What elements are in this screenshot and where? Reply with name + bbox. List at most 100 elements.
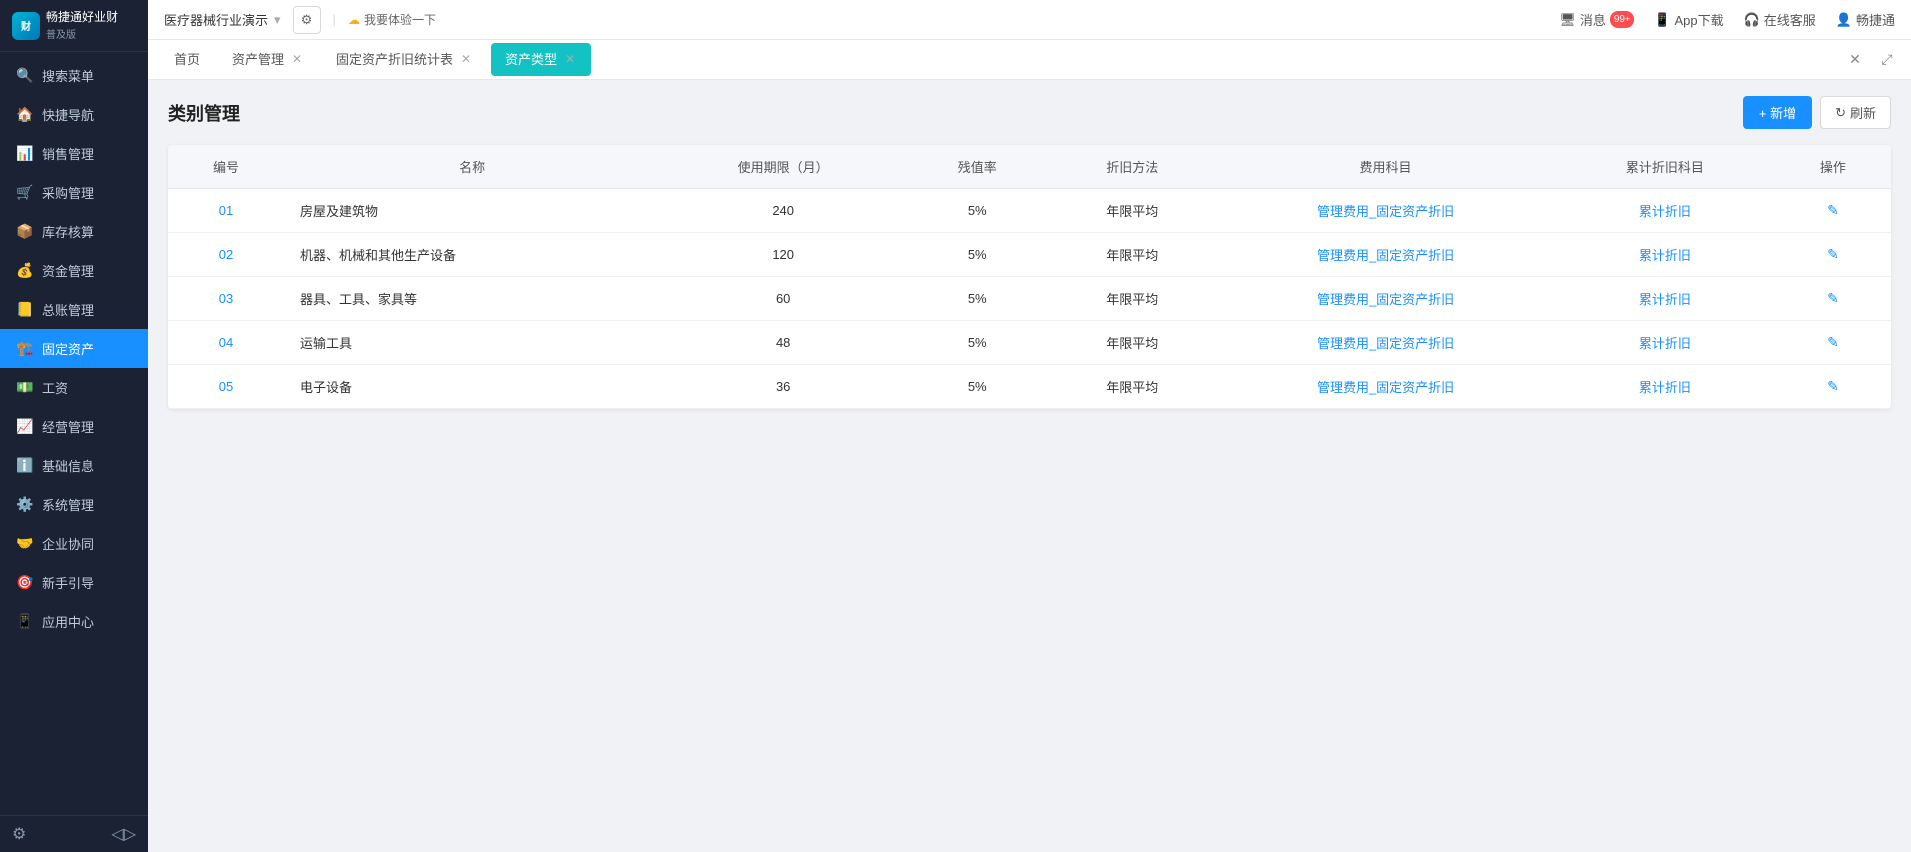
sidebar-item-finance[interactable]: 💰 资金管理 (0, 251, 148, 290)
sidebar-item-enterprise[interactable]: 🤝 企业协同 (0, 524, 148, 563)
table-row: 02机器、机械和其他生产设备1205%年限平均管理费用_固定资产折旧累计折旧✎ (168, 233, 1891, 277)
nav-label-appcenter: 应用中心 (42, 612, 94, 631)
sidebar-item-salary[interactable]: 💵 工资 (0, 368, 148, 407)
edit-button[interactable]: ✎ (1775, 365, 1891, 409)
nav-icon-search: 🔍 (16, 67, 34, 85)
tab-label-asset-management: 资产管理 (232, 49, 284, 68)
settings-button[interactable]: ⚙ (293, 6, 321, 34)
sidebar-item-basicinfo[interactable]: ℹ️ 基础信息 (0, 446, 148, 485)
sidebar-item-sales[interactable]: 📊 销售管理 (0, 134, 148, 173)
edit-button[interactable]: ✎ (1775, 189, 1891, 233)
col-残值率: 残值率 (906, 145, 1048, 189)
nav-label-enterprise: 企业协同 (42, 534, 94, 553)
collapse-icon[interactable]: ◁▷ (111, 824, 136, 844)
module-selector[interactable]: 医疗器械行业演示 ▾ (164, 10, 281, 29)
cell-name: 器具、工具、家具等 (284, 277, 660, 321)
sidebar-nav: 🔍 搜索菜单 🏠 快捷导航 📊 销售管理 🛒 采购管理 📦 库存核算 💰 资金管… (0, 52, 148, 815)
cell-method: 年限平均 (1048, 233, 1216, 277)
cell-accumulated: 累计折旧 (1555, 365, 1775, 409)
user-icon: 👤 (1836, 12, 1852, 28)
chevron-down-icon: ▾ (274, 12, 281, 28)
settings-icon[interactable]: ⚙ (12, 824, 26, 844)
nav-icon-appcenter: 📱 (16, 613, 34, 631)
nav-icon-quicknav: 🏠 (16, 106, 34, 124)
cell-accumulated: 累计折旧 (1555, 189, 1775, 233)
col-费用科目: 费用科目 (1216, 145, 1555, 189)
tab-asset-management[interactable]: 资产管理 ✕ (218, 43, 318, 76)
data-table-container: 编号名称使用期限（月）残值率折旧方法费用科目累计折旧科目操作 01房屋及建筑物2… (168, 145, 1891, 409)
nav-icon-basicinfo: ℹ️ (16, 457, 34, 475)
nav-label-system: 系统管理 (42, 495, 94, 514)
nav-label-sales: 销售管理 (42, 144, 94, 163)
app-download-action[interactable]: 📱 App下载 (1654, 10, 1723, 29)
cell-duration: 60 (660, 277, 906, 321)
message-badge: 99+ (1610, 11, 1634, 28)
table-row: 01房屋及建筑物2405%年限平均管理费用_固定资产折旧累计折旧✎ (168, 189, 1891, 233)
sidebar-item-system[interactable]: ⚙️ 系统管理 (0, 485, 148, 524)
nav-icon-inventory: 📦 (16, 223, 34, 241)
tab-label-home: 首页 (174, 49, 200, 68)
nav-label-search: 搜索菜单 (42, 66, 94, 85)
experience-label: 我要体验一下 (364, 11, 436, 28)
app-download-icon: 📱 (1654, 12, 1670, 28)
tab-asset-type[interactable]: 资产类型✕ (491, 43, 591, 76)
customer-service-action[interactable]: 🎧 在线客服 (1744, 10, 1816, 29)
cell-expense: 管理费用_固定资产折旧 (1216, 233, 1555, 277)
edit-button[interactable]: ✎ (1775, 321, 1891, 365)
logo-icon: 财 (12, 12, 40, 40)
cell-expense: 管理费用_固定资产折旧 (1216, 365, 1555, 409)
cell-duration: 120 (660, 233, 906, 277)
tab-controls: ✕ ⤢ (1843, 48, 1899, 72)
col-操作: 操作 (1775, 145, 1891, 189)
nav-label-finance: 资金管理 (42, 261, 94, 280)
maximize-icon[interactable]: ⤢ (1875, 48, 1899, 72)
cell-code: 04 (168, 321, 284, 365)
experience-button[interactable]: ☁ 我要体验一下 (348, 11, 436, 28)
message-label: 消息 (1580, 10, 1606, 29)
cell-expense: 管理费用_固定资产折旧 (1216, 189, 1555, 233)
main-content: 医疗器械行业演示 ▾ ⚙ | ☁ 我要体验一下 🖥 消息 99+ 📱 App下载… (148, 0, 1911, 852)
nav-icon-purchase: 🛒 (16, 184, 34, 202)
message-action[interactable]: 🖥 消息 99+ (1559, 10, 1634, 29)
sidebar-item-operations[interactable]: 📈 经营管理 (0, 407, 148, 446)
gear-icon: ⚙ (301, 12, 313, 28)
sidebar-item-search[interactable]: 🔍 搜索菜单 (0, 56, 148, 95)
nav-label-operations: 经营管理 (42, 417, 94, 436)
cell-accumulated: 累计折旧 (1555, 321, 1775, 365)
module-label: 医疗器械行业演示 (164, 10, 268, 29)
sidebar-item-guide[interactable]: 🎯 新手引导 (0, 563, 148, 602)
sidebar-item-appcenter[interactable]: 📱 应用中心 (0, 602, 148, 641)
nav-icon-ledger: 📒 (16, 301, 34, 319)
sidebar-item-purchase[interactable]: 🛒 采购管理 (0, 173, 148, 212)
edit-button[interactable]: ✎ (1775, 277, 1891, 321)
tab-close-asset-management[interactable]: ✕ (290, 52, 304, 66)
close-tab-icon[interactable]: ✕ (1843, 48, 1867, 72)
table-header-row: 编号名称使用期限（月）残值率折旧方法费用科目累计折旧科目操作 (168, 145, 1891, 189)
table-body: 01房屋及建筑物2405%年限平均管理费用_固定资产折旧累计折旧✎02机器、机械… (168, 189, 1891, 409)
sidebar-item-fixedasset[interactable]: 🏗️ 固定资产 (0, 329, 148, 368)
nav-label-ledger: 总账管理 (42, 300, 94, 319)
cell-duration: 240 (660, 189, 906, 233)
table-header: 编号名称使用期限（月）残值率折旧方法费用科目累计折旧科目操作 (168, 145, 1891, 189)
sidebar-item-quicknav[interactable]: 🏠 快捷导航 (0, 95, 148, 134)
edit-button[interactable]: ✎ (1775, 233, 1891, 277)
nav-icon-finance: 💰 (16, 262, 34, 280)
tab-fixed-asset-depreciation[interactable]: 固定资产折旧统计表✕ (322, 43, 487, 76)
category-table: 编号名称使用期限（月）残值率折旧方法费用科目累计折旧科目操作 01房屋及建筑物2… (168, 145, 1891, 409)
nav-label-quicknav: 快捷导航 (42, 105, 94, 124)
refresh-button[interactable]: ↻ 刷新 (1820, 96, 1891, 129)
user-action[interactable]: 👤 畅捷通 (1836, 10, 1895, 29)
nav-icon-enterprise: 🤝 (16, 535, 34, 553)
tab-home[interactable]: 首页 (160, 43, 214, 76)
sidebar-footer: ⚙ ◁▷ (0, 815, 148, 852)
tab-close-asset-type[interactable]: ✕ (563, 52, 577, 66)
nav-label-guide: 新手引导 (42, 573, 94, 592)
col-编号: 编号 (168, 145, 284, 189)
nav-icon-salary: 💵 (16, 379, 34, 397)
new-button[interactable]: + 新增 (1743, 96, 1812, 129)
nav-label-salary: 工资 (42, 378, 68, 397)
sidebar-item-ledger[interactable]: 📒 总账管理 (0, 290, 148, 329)
tab-close-fixed-asset-depreciation[interactable]: ✕ (459, 52, 473, 66)
sidebar-item-inventory[interactable]: 📦 库存核算 (0, 212, 148, 251)
nav-icon-system: ⚙️ (16, 496, 34, 514)
